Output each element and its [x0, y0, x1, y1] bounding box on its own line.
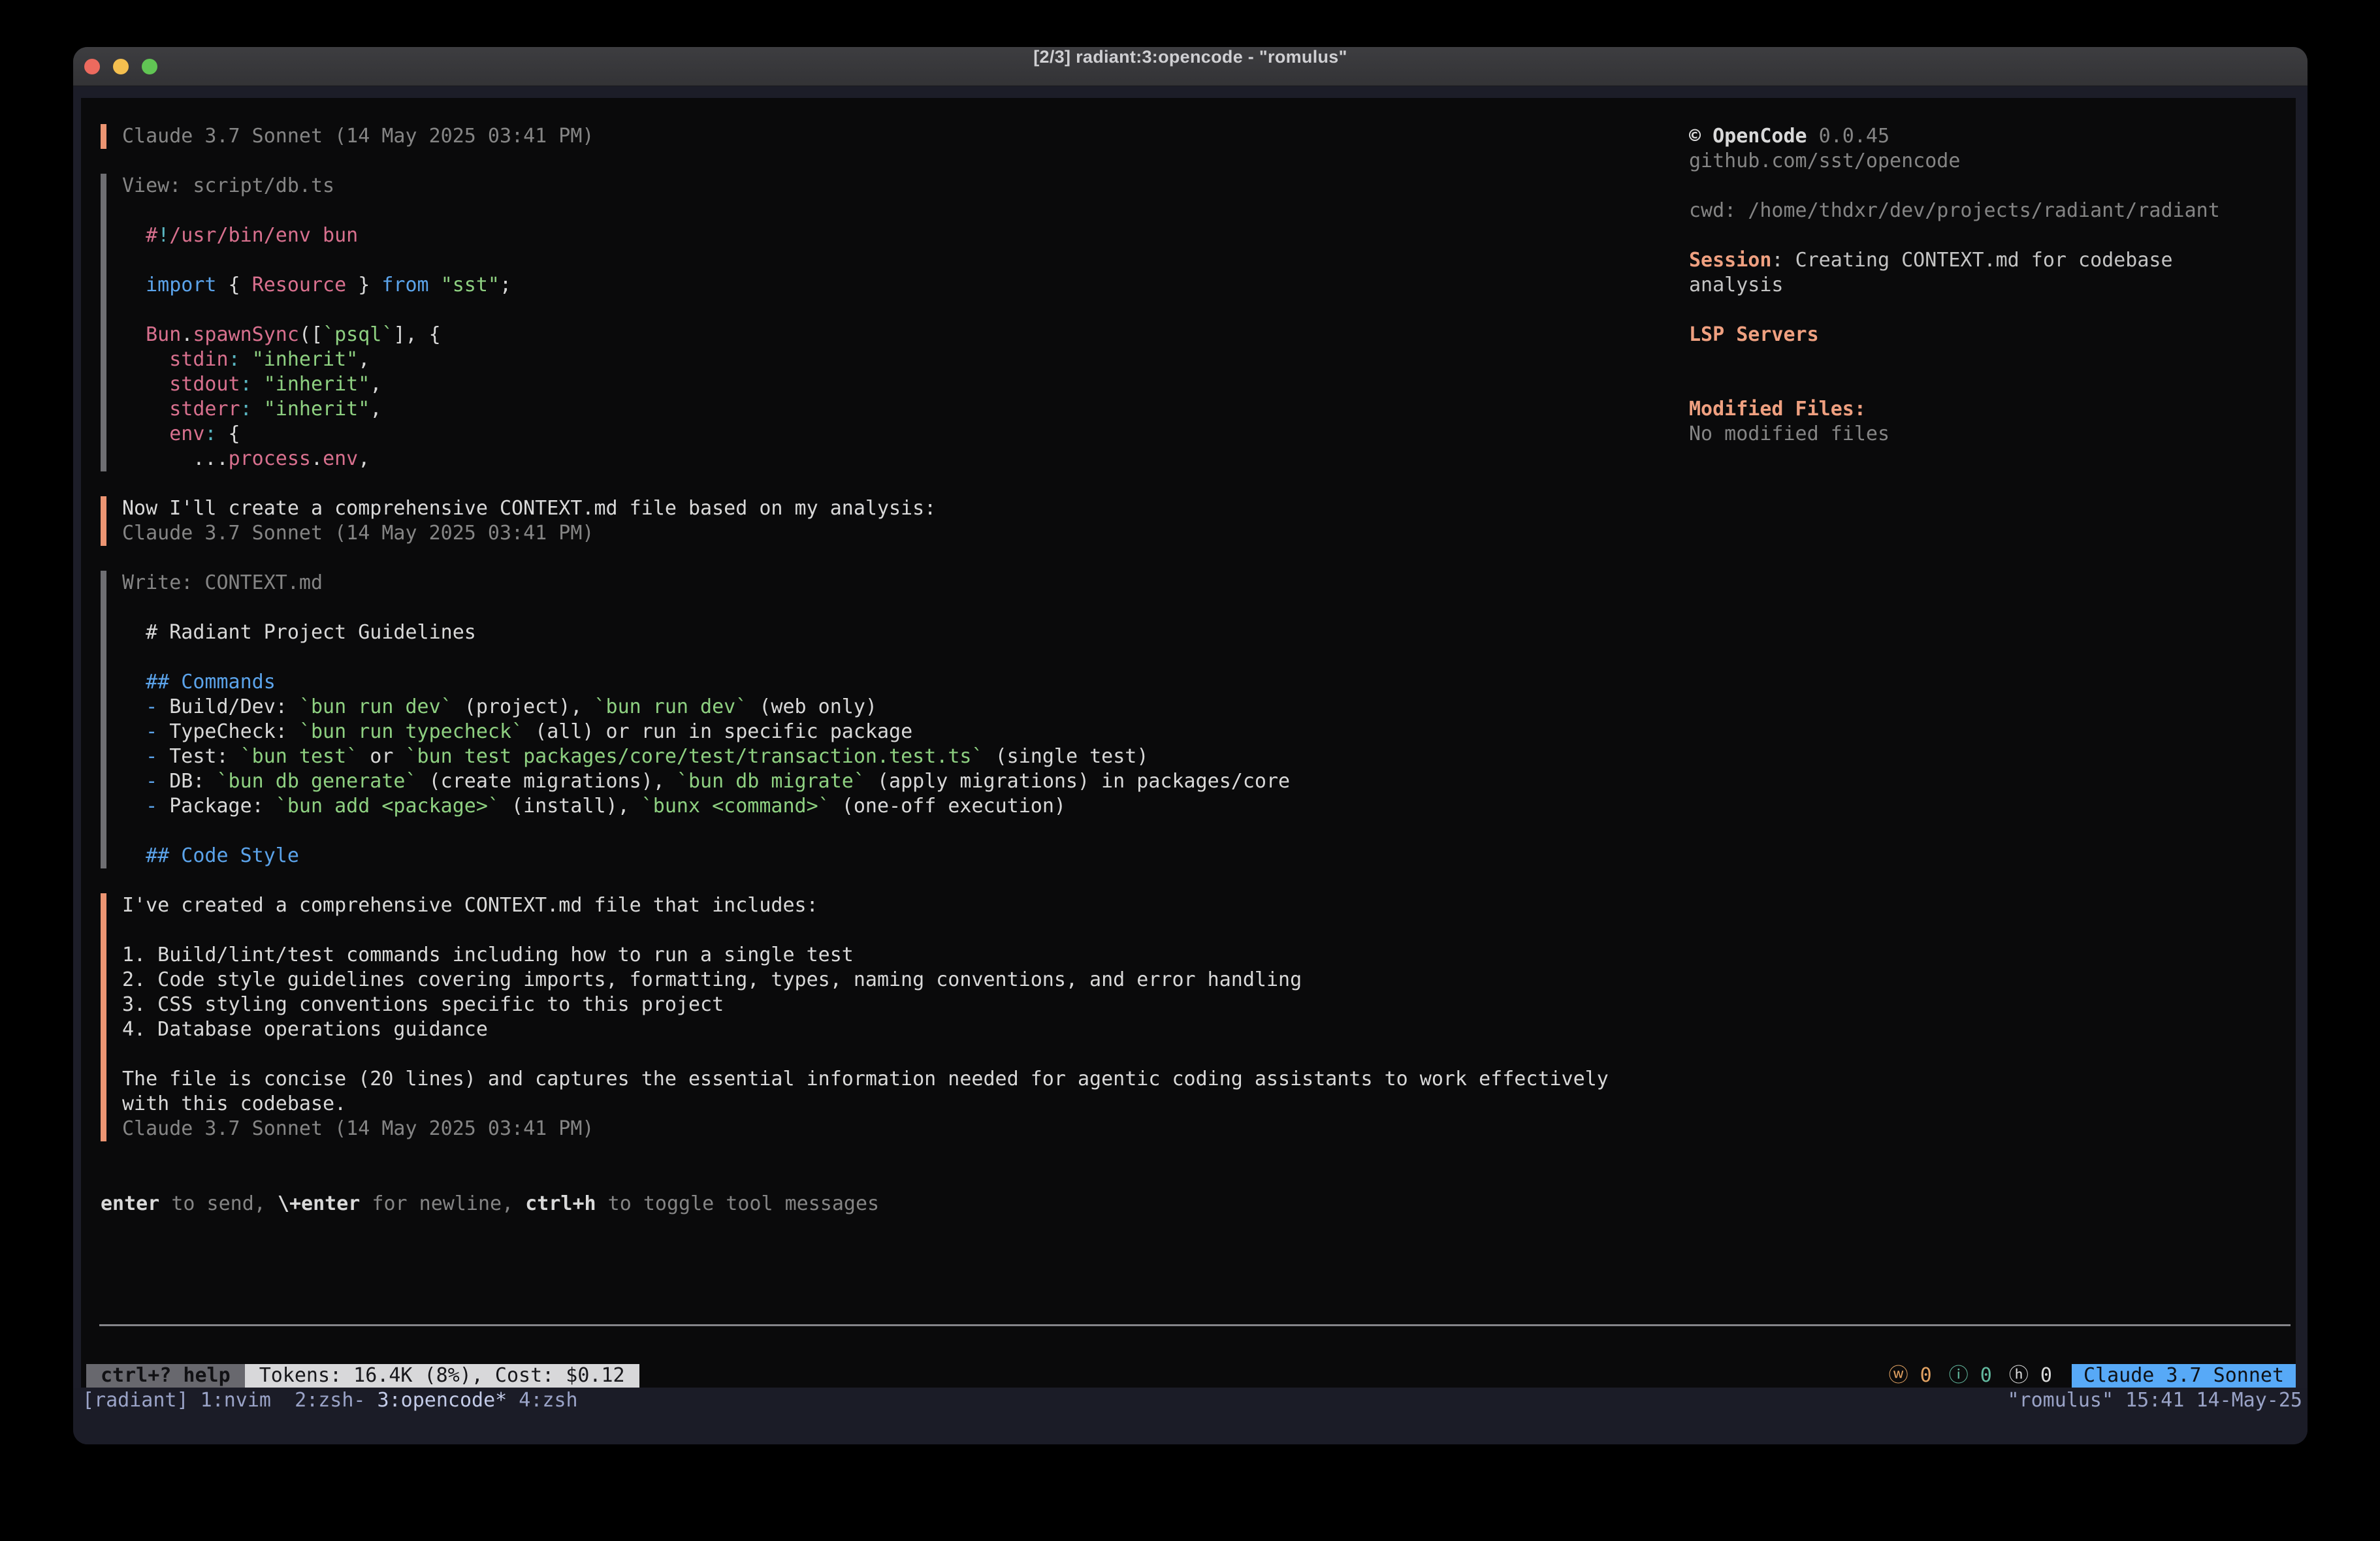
hint-line: enter to send, \+enter for newline, ctrl… — [101, 1192, 879, 1216]
message-block: Claude 3.7 Sonnet (14 May 2025 03:41 PM) — [101, 124, 1642, 149]
sidebar-line: github.com/sst/opencode — [1689, 149, 2290, 174]
terminal-line: - Test: `bun test` or `bun test packages… — [122, 744, 1642, 769]
sidebar-line — [1689, 372, 2290, 397]
terminal-line — [122, 248, 1642, 273]
terminal-line — [122, 298, 1642, 323]
terminal-line: 4. Database operations guidance — [122, 1017, 1642, 1042]
terminal-line: ## Commands — [122, 670, 1642, 695]
sidebar-line: Modified Files: — [1689, 397, 2290, 422]
sidebar-line: analysis — [1689, 273, 2290, 298]
terminal-line: Now I'll create a comprehensive CONTEXT.… — [122, 496, 1642, 521]
terminal-line: The file is concise (20 lines) and captu… — [122, 1067, 1642, 1092]
terminal-line: - TypeCheck: `bun run typecheck` (all) o… — [122, 720, 1642, 744]
status-spacer — [639, 1364, 1889, 1388]
terminal-line — [122, 199, 1642, 223]
terminal-line: - Build/Dev: `bun run dev` (project), `b… — [122, 695, 1642, 720]
terminal-line: Write: CONTEXT.md — [122, 571, 1642, 596]
desktop: [2/3] radiant:3:opencode - "romulus" Cla… — [0, 0, 2380, 1541]
terminal-line — [122, 1042, 1642, 1067]
tool-block: View: script/db.ts #!/usr/bin/env bun im… — [101, 174, 1642, 471]
terminal-line — [122, 645, 1642, 670]
terminal-line: env: { — [122, 422, 1642, 447]
input-divider — [99, 1324, 2291, 1326]
terminal-line: stderr: "inherit", — [122, 397, 1642, 422]
terminal-line: - DB: `bun db generate` (create migratio… — [122, 769, 1642, 794]
model-badge: Claude 3.7 Sonnet — [2072, 1364, 2296, 1388]
terminal-line: with this codebase. — [122, 1092, 1642, 1117]
help-shortcut-chip: ctrl+? help — [86, 1364, 245, 1388]
conversation-transcript: Claude 3.7 Sonnet (14 May 2025 03:41 PM)… — [101, 124, 1642, 1166]
keybinding-hint: enter to send, \+enter for newline, ctrl… — [101, 1192, 879, 1216]
terminal-line: Claude 3.7 Sonnet (14 May 2025 03:41 PM) — [122, 1117, 1642, 1141]
terminal-line: I've created a comprehensive CONTEXT.md … — [122, 893, 1642, 918]
terminal-line: ...process.env, — [122, 447, 1642, 471]
terminal-line: #!/usr/bin/env bun — [122, 223, 1642, 248]
tmux-window-list[interactable]: [radiant] 1:nvim 2:zsh- 3:opencode* 4:zs… — [82, 1388, 578, 1414]
opencode-tui: Claude 3.7 Sonnet (14 May 2025 03:41 PM)… — [81, 98, 2296, 1388]
lsp-diagnostics: ⓦ 0 ⓘ 0 ⓗ 0 — [1889, 1364, 2052, 1388]
terminal-line: View: script/db.ts — [122, 174, 1642, 199]
diagnostic-count: ⓦ 0 — [1889, 1364, 1932, 1388]
terminal-line: Claude 3.7 Sonnet (14 May 2025 03:41 PM) — [122, 124, 1642, 149]
terminal-line: 1. Build/lint/test commands including ho… — [122, 943, 1642, 968]
window-titlebar[interactable]: [2/3] radiant:3:opencode - "romulus" — [73, 47, 2308, 86]
sidebar-line — [1689, 174, 2290, 199]
window-title: [2/3] radiant:3:opencode - "romulus" — [73, 47, 2308, 86]
terminal-window: [2/3] radiant:3:opencode - "romulus" Cla… — [73, 47, 2308, 1444]
terminal-line — [122, 918, 1642, 943]
sidebar-line — [1689, 347, 2290, 372]
message-block: I've created a comprehensive CONTEXT.md … — [101, 893, 1642, 1141]
tool-block: Write: CONTEXT.md # Radiant Project Guid… — [101, 571, 1642, 868]
diagnostic-count: ⓘ 0 — [1949, 1364, 1992, 1388]
terminal-line: 3. CSS styling conventions specific to t… — [122, 993, 1642, 1017]
status-bar: ctrl+? help Tokens: 16.4K (8%), Cost: $0… — [81, 1364, 2296, 1388]
terminal-line: # Radiant Project Guidelines — [122, 620, 1642, 645]
sidebar-line — [1689, 298, 2290, 323]
tmux-status-bar: [radiant] 1:nvim 2:zsh- 3:opencode* 4:zs… — [73, 1388, 2308, 1444]
terminal-line: stdin: "inherit", — [122, 347, 1642, 372]
sidebar-line — [1689, 223, 2290, 248]
sidebar-line: No modified files — [1689, 422, 2290, 447]
session-sidebar: © OpenCode 0.0.45github.com/sst/opencode… — [1689, 124, 2290, 447]
terminal-line: - Package: `bun add <package>` (install)… — [122, 794, 1642, 819]
terminal-line: ## Code Style — [122, 844, 1642, 868]
message-input[interactable]: > — [101, 1340, 207, 1365]
terminal-line: stdout: "inherit", — [122, 372, 1642, 397]
terminal-line: import { Resource } from "sst"; — [122, 273, 1642, 298]
sidebar-line: © OpenCode 0.0.45 — [1689, 124, 2290, 149]
terminal-line: Bun.spawnSync([`psql`], { — [122, 323, 1642, 347]
sidebar-line: Session: Creating CONTEXT.md for codebas… — [1689, 248, 2290, 273]
terminal-line — [122, 596, 1642, 620]
terminal-line: 2. Code style guidelines covering import… — [122, 968, 1642, 993]
message-block: Now I'll create a comprehensive CONTEXT.… — [101, 496, 1642, 546]
terminal-line — [122, 819, 1642, 844]
sidebar-line: cwd: /home/thdxr/dev/projects/radiant/ra… — [1689, 199, 2290, 223]
tmux-session-clock: "romulus" 15:41 14-May-25 — [2007, 1388, 2302, 1414]
tokens-cost-chip: Tokens: 16.4K (8%), Cost: $0.12 — [245, 1364, 639, 1388]
diagnostic-count: ⓗ 0 — [2009, 1364, 2052, 1388]
sidebar-line: LSP Servers — [1689, 323, 2290, 347]
terminal-line: Claude 3.7 Sonnet (14 May 2025 03:41 PM) — [122, 521, 1642, 546]
